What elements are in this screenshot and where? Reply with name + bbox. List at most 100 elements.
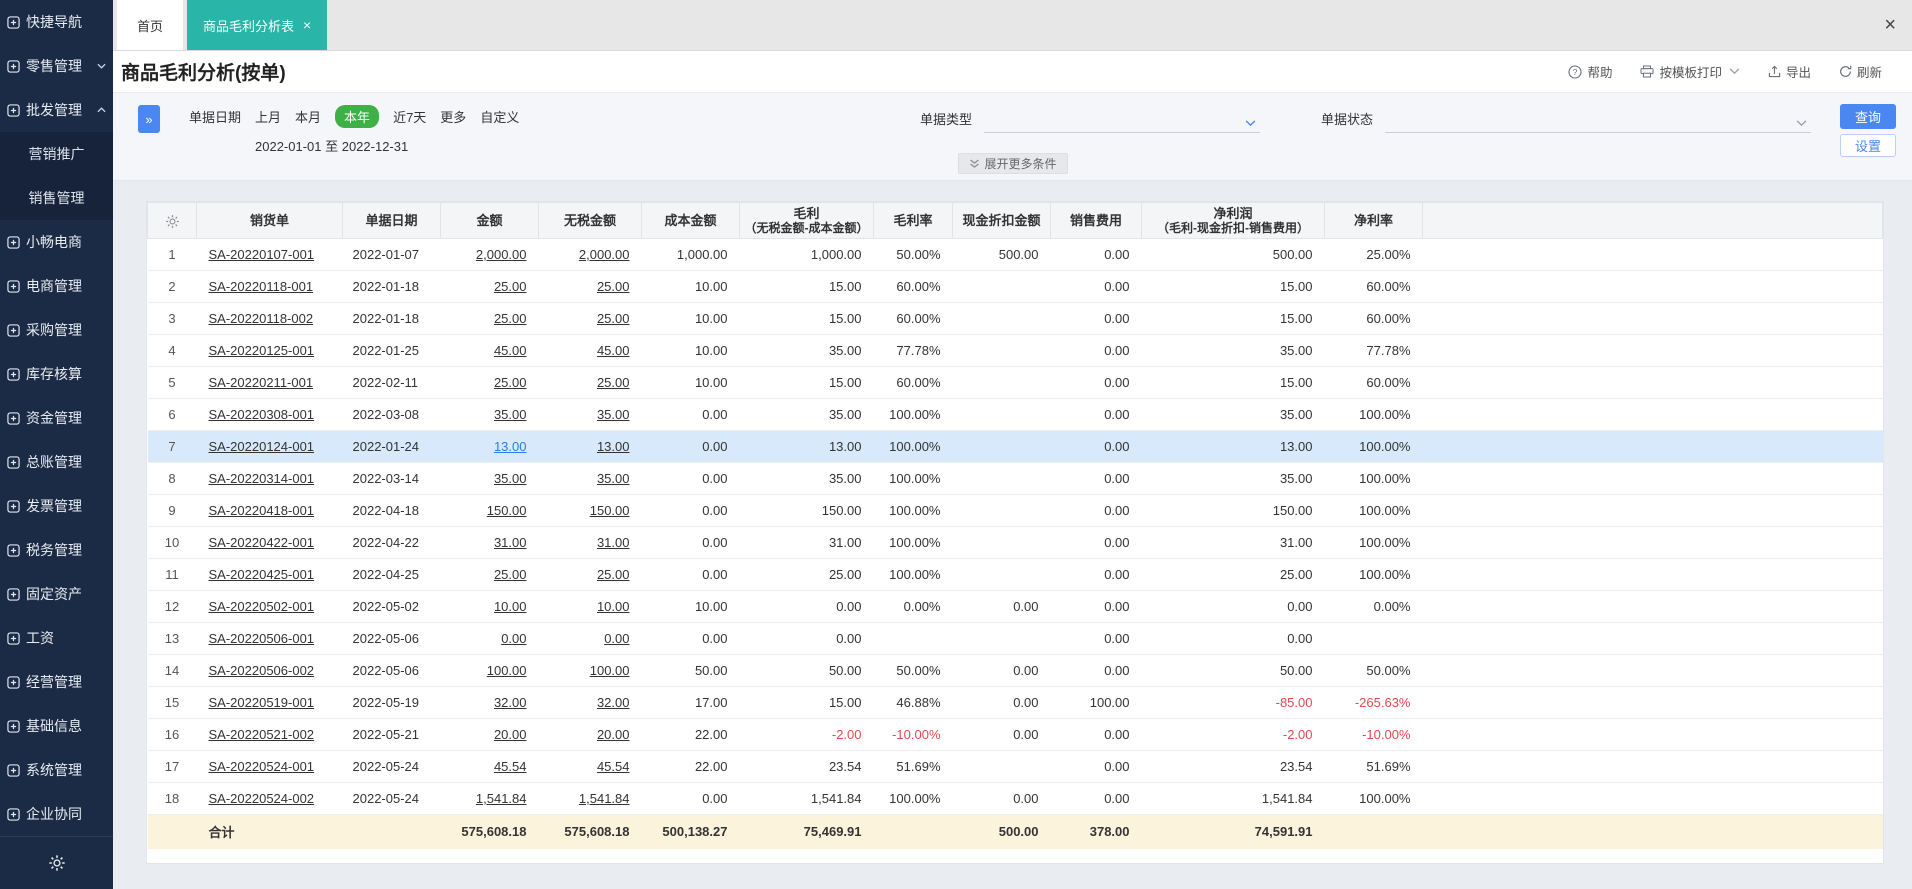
doc-type-select[interactable] [984,107,1260,133]
column-header[interactable]: 毛利 （无税金额-成本金额） [739,202,874,239]
table-row[interactable]: 10 SA-20220422-001 2022-04-22 31.00 31.00 0.0… [147,526,1883,559]
tab-gross-profit-report[interactable]: 商品毛利分析表 × [187,0,328,50]
tax_free-drill-link[interactable]: 45.00 [597,343,630,358]
table-row[interactable]: 4 SA-20220125-001 2022-01-25 45.00 45.00 10.0… [147,334,1883,367]
column-header[interactable]: 金额 [440,202,539,239]
sidebar-item-16[interactable]: 系统管理 [0,748,113,792]
tax_free-drill-link[interactable]: 20.00 [597,727,630,742]
column-header[interactable]: 净利率 [1324,202,1423,239]
amount-drill-link[interactable]: 25.00 [494,375,527,390]
tax_free-drill-link[interactable]: 150.00 [590,503,630,518]
sales-order-link[interactable]: SA-20220502-001 [209,599,315,614]
sidebar-item-11[interactable]: 税务管理 [0,528,113,572]
quick-option-近7天[interactable]: 近7天 [393,107,426,126]
table-row[interactable]: 8 SA-20220314-001 2022-03-14 35.00 35.00 0.00… [147,462,1883,495]
date-range-value[interactable]: 2022-01-01 至 2022-12-31 [255,136,533,155]
sales-order-link[interactable]: SA-20220418-001 [209,503,315,518]
amount-drill-link[interactable]: 25.00 [494,279,527,294]
column-header[interactable]: 成本金额 [641,202,740,239]
sales-order-link[interactable]: SA-20220314-001 [209,471,315,486]
sidebar-subitem[interactable]: 销售管理 [0,176,113,220]
doc-status-select[interactable] [1385,107,1811,133]
table-row[interactable]: 11 SA-20220425-001 2022-04-25 25.00 25.00 0.0… [147,558,1883,591]
sidebar-item-15[interactable]: 基础信息 [0,704,113,748]
table-row[interactable]: 9 SA-20220418-001 2022-04-18 150.00 150.00 0.… [147,494,1883,527]
sidebar-item-9[interactable]: 总账管理 [0,440,113,484]
tax_free-drill-link[interactable]: 25.00 [597,279,630,294]
quick-option-本年[interactable]: 本年 [335,105,380,128]
column-header[interactable]: 净利润 （毛利-现金折扣-销售费用） [1141,202,1325,239]
window-close-icon[interactable]: × [1884,0,1896,51]
export-action[interactable]: 导出 [1768,62,1811,81]
sidebar-item-6[interactable]: 采购管理 [0,308,113,352]
amount-drill-link[interactable]: 45.00 [494,343,527,358]
column-header[interactable]: 现金折扣金额 [952,202,1051,239]
amount-drill-link[interactable]: 1,541.84 [476,791,527,806]
column-header[interactable]: 单据日期 [342,202,441,239]
tax_free-drill-link[interactable]: 0.00 [604,631,629,646]
column-settings-gear-icon[interactable] [147,202,197,239]
quick-option-更多[interactable]: 更多 [440,107,466,126]
table-row[interactable]: 5 SA-20220211-001 2022-02-11 25.00 25.00 10.0… [147,366,1883,399]
tax_free-drill-link[interactable]: 25.00 [597,567,630,582]
sales-order-link[interactable]: SA-20220506-002 [209,663,315,678]
amount-drill-link[interactable]: 35.00 [494,407,527,422]
column-header[interactable]: 销货单 [196,202,343,239]
sidebar-item-4[interactable]: 小畅电商 [0,220,113,264]
amount-drill-link[interactable]: 32.00 [494,695,527,710]
tax_free-drill-link[interactable]: 35.00 [597,471,630,486]
amount-drill-link[interactable]: 20.00 [494,727,527,742]
sales-order-link[interactable]: SA-20220521-002 [209,727,315,742]
table-row[interactable]: 13 SA-20220506-001 2022-05-06 0.00 0.00 0.00 0… [147,622,1883,655]
query-button[interactable]: 查询 [1840,104,1896,129]
table-row[interactable]: 17 SA-20220524-001 2022-05-24 45.54 45.54 22.… [147,750,1883,783]
sidebar-item-3[interactable]: 批发管理 [0,88,113,132]
sales-order-link[interactable]: SA-20220107-001 [209,247,315,262]
quick-option-自定义[interactable]: 自定义 [480,107,519,126]
column-header[interactable]: 毛利率 [873,202,953,239]
sales-order-link[interactable]: SA-20220524-001 [209,759,315,774]
tax_free-drill-link[interactable]: 25.00 [597,311,630,326]
sales-order-link[interactable]: SA-20220519-001 [209,695,315,710]
amount-drill-link[interactable]: 13.00 [494,439,527,454]
sidebar-item-17[interactable]: 企业协同 [0,792,113,836]
quick-option-本月[interactable]: 本月 [295,107,321,126]
column-header[interactable]: 销售费用 [1050,202,1142,239]
help-action[interactable]: ? 帮助 [1568,62,1612,81]
tab-close-icon[interactable]: × [303,17,311,33]
refresh-action[interactable]: 刷新 [1839,62,1882,81]
sidebar-item-12[interactable]: 固定资产 [0,572,113,616]
tax_free-drill-link[interactable]: 2,000.00 [579,247,630,262]
sales-order-link[interactable]: SA-20220124-001 [209,439,315,454]
sales-order-link[interactable]: SA-20220422-001 [209,535,315,550]
table-row[interactable]: 12 SA-20220502-001 2022-05-02 10.00 10.00 10.… [147,590,1883,623]
table-row[interactable]: 2 SA-20220118-001 2022-01-18 25.00 25.00 10.0… [147,270,1883,303]
table-row[interactable]: 1 SA-20220107-001 2022-01-07 2,000.00 2,000.… [147,238,1883,271]
tax_free-drill-link[interactable]: 13.00 [597,439,630,454]
sidebar-item-13[interactable]: 工资 [0,616,113,660]
sidebar-item-8[interactable]: 资金管理 [0,396,113,440]
sidebar-subitem[interactable]: 营销推广 [0,132,113,176]
tab-home[interactable]: 首页 [117,0,184,50]
amount-drill-link[interactable]: 31.00 [494,535,527,550]
sidebar-item-5[interactable]: 电商管理 [0,264,113,308]
amount-drill-link[interactable]: 45.54 [494,759,527,774]
amount-drill-link[interactable]: 100.00 [487,663,527,678]
collapse-filter-panel-button[interactable]: » [138,105,160,133]
tax_free-drill-link[interactable]: 32.00 [597,695,630,710]
tax_free-drill-link[interactable]: 45.54 [597,759,630,774]
sales-order-link[interactable]: SA-20220308-001 [209,407,315,422]
table-row[interactable]: 18 SA-20220524-002 2022-05-24 1,541.84 1,541… [147,782,1883,815]
table-row[interactable]: 6 SA-20220308-001 2022-03-08 35.00 35.00 0.00… [147,398,1883,431]
sales-order-link[interactable]: SA-20220125-001 [209,343,315,358]
sales-order-link[interactable]: SA-20220118-001 [209,279,314,294]
expand-more-conditions-button[interactable]: 展开更多条件 [957,153,1068,174]
sidebar-item-7[interactable]: 库存核算 [0,352,113,396]
print-action[interactable]: 按模板打印 [1640,62,1740,81]
tax_free-drill-link[interactable]: 1,541.84 [579,791,630,806]
table-row[interactable]: 3 SA-20220118-002 2022-01-18 25.00 25.00 10.0… [147,302,1883,335]
tax_free-drill-link[interactable]: 25.00 [597,375,630,390]
tax_free-drill-link[interactable]: 10.00 [597,599,630,614]
amount-drill-link[interactable]: 10.00 [494,599,527,614]
amount-drill-link[interactable]: 150.00 [487,503,527,518]
